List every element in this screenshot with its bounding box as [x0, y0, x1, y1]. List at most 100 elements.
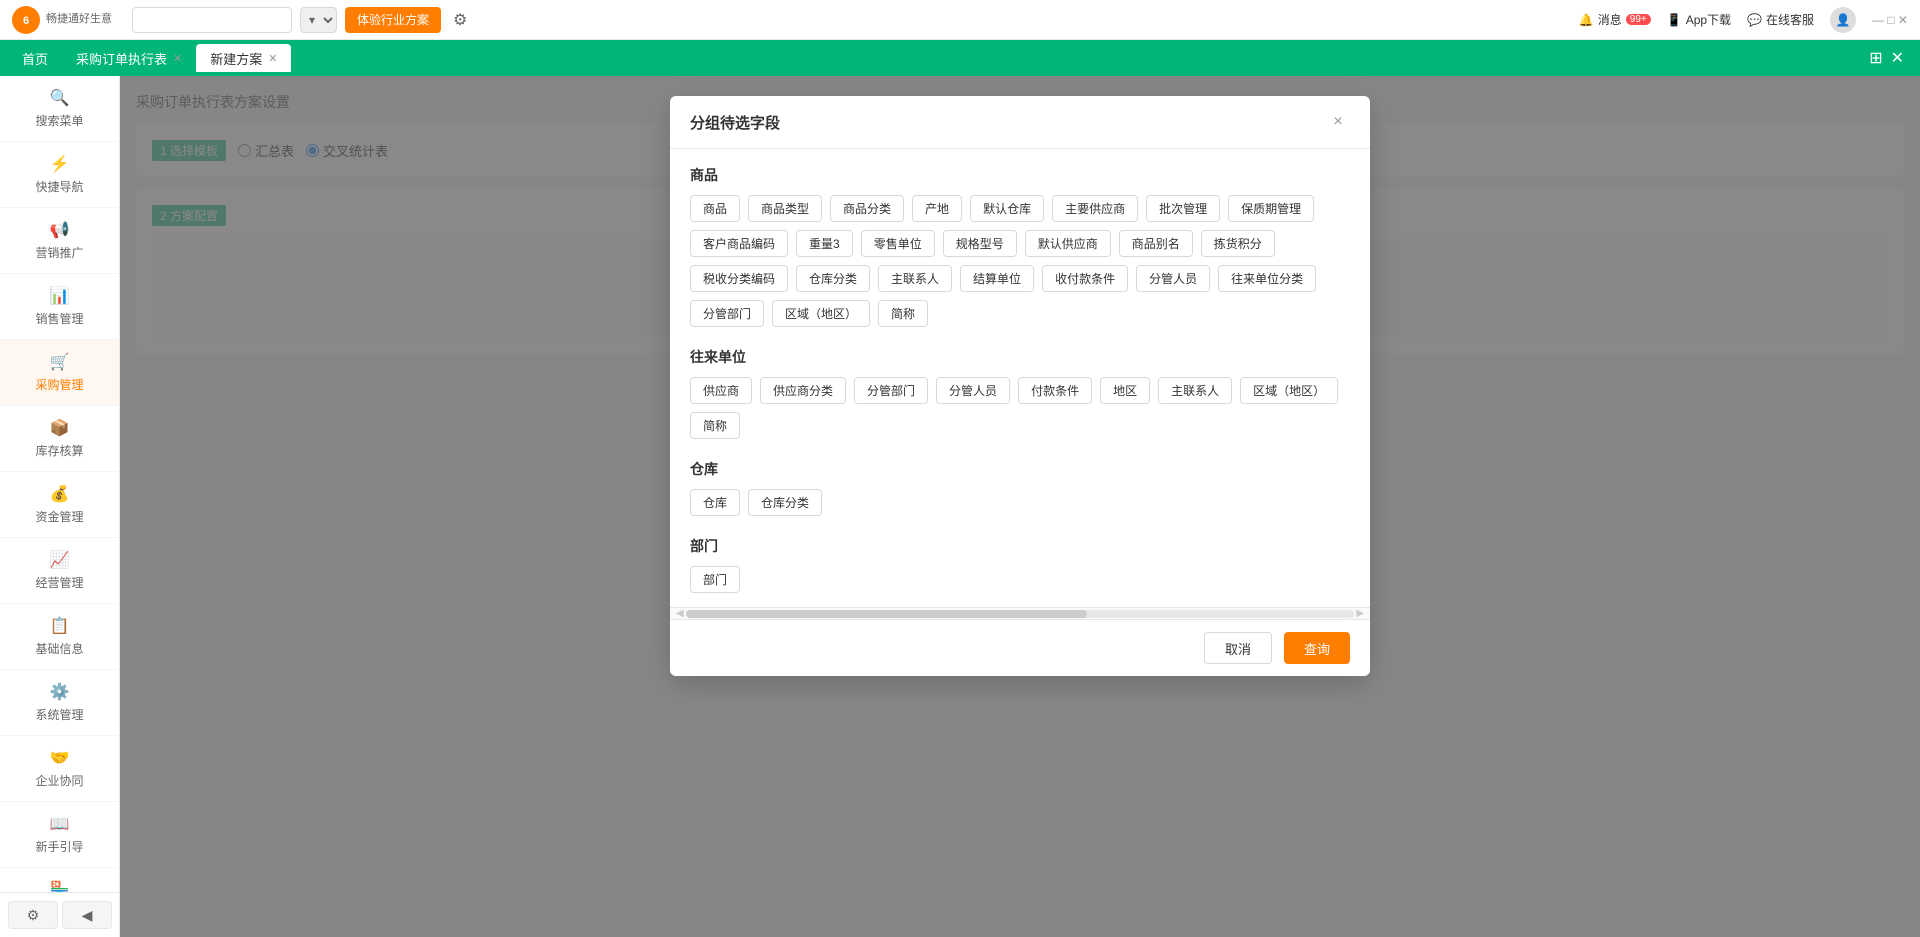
field-tag-expiry-mgmt[interactable]: 保质期管理	[1228, 195, 1314, 222]
top-header: 6 畅捷通好生意 ▾ 体验行业方案 ⚙ 🔔 消息 99+ 📱 App下载 💬 在…	[0, 0, 1920, 40]
sidebar-item-purchase[interactable]: 🛒 采购管理	[0, 340, 119, 406]
nav-tabs: 首页 采购订单执行表 ✕ 新建方案 ✕ ⊞ ✕	[0, 40, 1920, 76]
field-tag-tax-code[interactable]: 税收分类编码	[690, 265, 788, 292]
enterprise-icon: 🤝	[50, 748, 70, 768]
sidebar-item-guide[interactable]: 📖 新手引导	[0, 802, 119, 868]
basic-info-icon: 📋	[50, 616, 70, 636]
field-tags-dept: 部门	[690, 566, 1350, 593]
field-tag-warehouse[interactable]: 仓库	[690, 489, 740, 516]
modal-close-button[interactable]: ×	[1326, 110, 1350, 134]
field-tag-area[interactable]: 地区	[1100, 377, 1150, 404]
nav-close-icon[interactable]: ✕	[1891, 48, 1904, 68]
svg-text:6: 6	[23, 15, 29, 27]
sidebar-item-basic-info[interactable]: 📋 基础信息	[0, 604, 119, 670]
experience-btn[interactable]: 体验行业方案	[345, 7, 441, 33]
field-select-modal: 分组待选字段 × 商品 商品 商品类型 商品分类 产地 默认仓库 主要供应商	[670, 96, 1370, 676]
field-tag-person-partner[interactable]: 分管人员	[936, 377, 1010, 404]
settings-icon[interactable]: ⚙	[453, 10, 467, 30]
field-tag-customer-code[interactable]: 客户商品编码	[690, 230, 788, 257]
collapse-button[interactable]: ◀	[62, 901, 112, 929]
guide-icon: 📖	[50, 814, 70, 834]
sidebar-item-quick-nav[interactable]: ⚡ 快捷导航	[0, 142, 119, 208]
field-tag-warehouse-cat[interactable]: 仓库分类	[748, 489, 822, 516]
field-tag-short-name-product[interactable]: 简称	[878, 300, 928, 327]
field-tag-product[interactable]: 商品	[690, 195, 740, 222]
field-tag-main-contact-partner[interactable]: 主联系人	[1158, 377, 1232, 404]
modal-scrollbar-area: ◀ ▶	[670, 607, 1370, 619]
field-tag-default-supplier[interactable]: 默认供应商	[1025, 230, 1111, 257]
tab-home[interactable]: 首页	[8, 44, 62, 72]
field-tag-spec-model[interactable]: 规格型号	[943, 230, 1017, 257]
field-tag-batch-mgmt[interactable]: 批次管理	[1146, 195, 1220, 222]
tab-purchase-order-close[interactable]: ✕	[173, 52, 182, 65]
field-tag-product-alias[interactable]: 商品别名	[1119, 230, 1193, 257]
sidebar-item-search[interactable]: 🔍 搜索菜单	[0, 76, 119, 142]
field-tag-main-supplier[interactable]: 主要供应商	[1052, 195, 1138, 222]
purchase-icon: 🛒	[50, 352, 70, 372]
app-download-item[interactable]: 📱 App下载	[1667, 11, 1731, 28]
tab-purchase-order[interactable]: 采购订单执行表 ✕	[62, 44, 196, 72]
field-tag-pick-points[interactable]: 拣货积分	[1201, 230, 1275, 257]
sidebar-item-inventory[interactable]: 📦 库存核算	[0, 406, 119, 472]
header-right: 🔔 消息 99+ 📱 App下载 💬 在线客服 👤 — □ ✕	[1579, 7, 1908, 33]
field-tag-product-category[interactable]: 商品分类	[830, 195, 904, 222]
sidebar: 🔍 搜索菜单 ⚡ 快捷导航 📢 营销推广 📊 销售管理 🛒 采购管理 📦 库存核…	[0, 76, 120, 937]
field-tag-main-contact[interactable]: 主联系人	[878, 265, 952, 292]
field-tag-settlement-unit[interactable]: 结算单位	[960, 265, 1034, 292]
tab-new-plan[interactable]: 新建方案 ✕	[196, 44, 291, 72]
sidebar-item-enterprise[interactable]: 🤝 企业协同	[0, 736, 119, 802]
field-tag-pay-condition[interactable]: 付款条件	[1018, 377, 1092, 404]
field-tag-product-type[interactable]: 商品类型	[748, 195, 822, 222]
search-input[interactable]	[132, 7, 292, 33]
field-tag-region-product[interactable]: 区域（地区）	[772, 300, 870, 327]
sidebar-item-system[interactable]: ⚙️ 系统管理	[0, 670, 119, 736]
sidebar-item-finance[interactable]: 💰 资金管理	[0, 472, 119, 538]
field-group-dept-title: 部门	[690, 536, 1350, 556]
field-tag-partner-category[interactable]: 往来单位分类	[1218, 265, 1316, 292]
avatar: 👤	[1830, 7, 1856, 33]
window-controls[interactable]: — □ ✕	[1872, 13, 1908, 27]
field-tag-region-partner[interactable]: 区域（地区）	[1240, 377, 1338, 404]
sidebar-item-sales[interactable]: 📊 销售管理	[0, 274, 119, 340]
field-tag-origin[interactable]: 产地	[912, 195, 962, 222]
online-service-item[interactable]: 💬 在线客服	[1747, 11, 1814, 28]
system-icon: ⚙️	[50, 682, 70, 702]
scroll-left-btn[interactable]: ◀	[674, 608, 686, 619]
inventory-icon: 📦	[50, 418, 70, 438]
message-icon: 🔔	[1579, 13, 1594, 27]
field-tag-weight3[interactable]: 重量3	[796, 230, 853, 257]
field-tag-payment-terms[interactable]: 收付款条件	[1042, 265, 1128, 292]
scroll-right-btn[interactable]: ▶	[1354, 608, 1366, 619]
field-tag-dept[interactable]: 部门	[690, 566, 740, 593]
field-group-partner-title: 往来单位	[690, 347, 1350, 367]
cancel-button[interactable]: 取消	[1204, 632, 1272, 664]
user-avatar[interactable]: 👤	[1830, 7, 1856, 33]
header-search: ▾ 体验行业方案 ⚙	[132, 7, 1579, 33]
service-icon: 💬	[1747, 13, 1762, 27]
gear-button[interactable]: ⚙	[8, 901, 58, 929]
field-tag-default-warehouse[interactable]: 默认仓库	[970, 195, 1044, 222]
field-tag-supplier-category[interactable]: 供应商分类	[760, 377, 846, 404]
field-tag-managing-dept[interactable]: 分管部门	[690, 300, 764, 327]
message-badge: 99+	[1626, 14, 1651, 25]
sales-icon: 📊	[50, 286, 70, 306]
modal-overlay: 分组待选字段 × 商品 商品 商品类型 商品分类 产地 默认仓库 主要供应商	[120, 76, 1920, 937]
search-dropdown[interactable]: ▾	[300, 7, 337, 33]
field-tag-supplier[interactable]: 供应商	[690, 377, 752, 404]
operations-icon: 📈	[50, 550, 70, 570]
field-tag-supervisor[interactable]: 分管人员	[1136, 265, 1210, 292]
tab-new-plan-close[interactable]: ✕	[268, 52, 277, 65]
sidebar-item-marketing[interactable]: 📢 营销推广	[0, 208, 119, 274]
field-tag-warehouse-category[interactable]: 仓库分类	[796, 265, 870, 292]
horizontal-scrollbar[interactable]	[686, 610, 1355, 618]
confirm-button[interactable]: 查询	[1284, 632, 1350, 664]
main-layout: 🔍 搜索菜单 ⚡ 快捷导航 📢 营销推广 📊 销售管理 🛒 采购管理 📦 库存核…	[0, 76, 1920, 937]
field-tag-short-name-partner[interactable]: 简称	[690, 412, 740, 439]
message-item[interactable]: 🔔 消息 99+	[1579, 11, 1651, 28]
field-tag-retail-unit[interactable]: 零售单位	[861, 230, 935, 257]
field-tag-dept-partner[interactable]: 分管部门	[854, 377, 928, 404]
sidebar-item-operations[interactable]: 📈 经营管理	[0, 538, 119, 604]
nav-expand-icon[interactable]: ⊞	[1869, 48, 1882, 68]
field-group-partner: 往来单位 供应商 供应商分类 分管部门 分管人员 付款条件 地区 主联系人 区域…	[690, 347, 1350, 439]
field-tags-product: 商品 商品类型 商品分类 产地 默认仓库 主要供应商 批次管理 保质期管理 客户…	[690, 195, 1350, 327]
